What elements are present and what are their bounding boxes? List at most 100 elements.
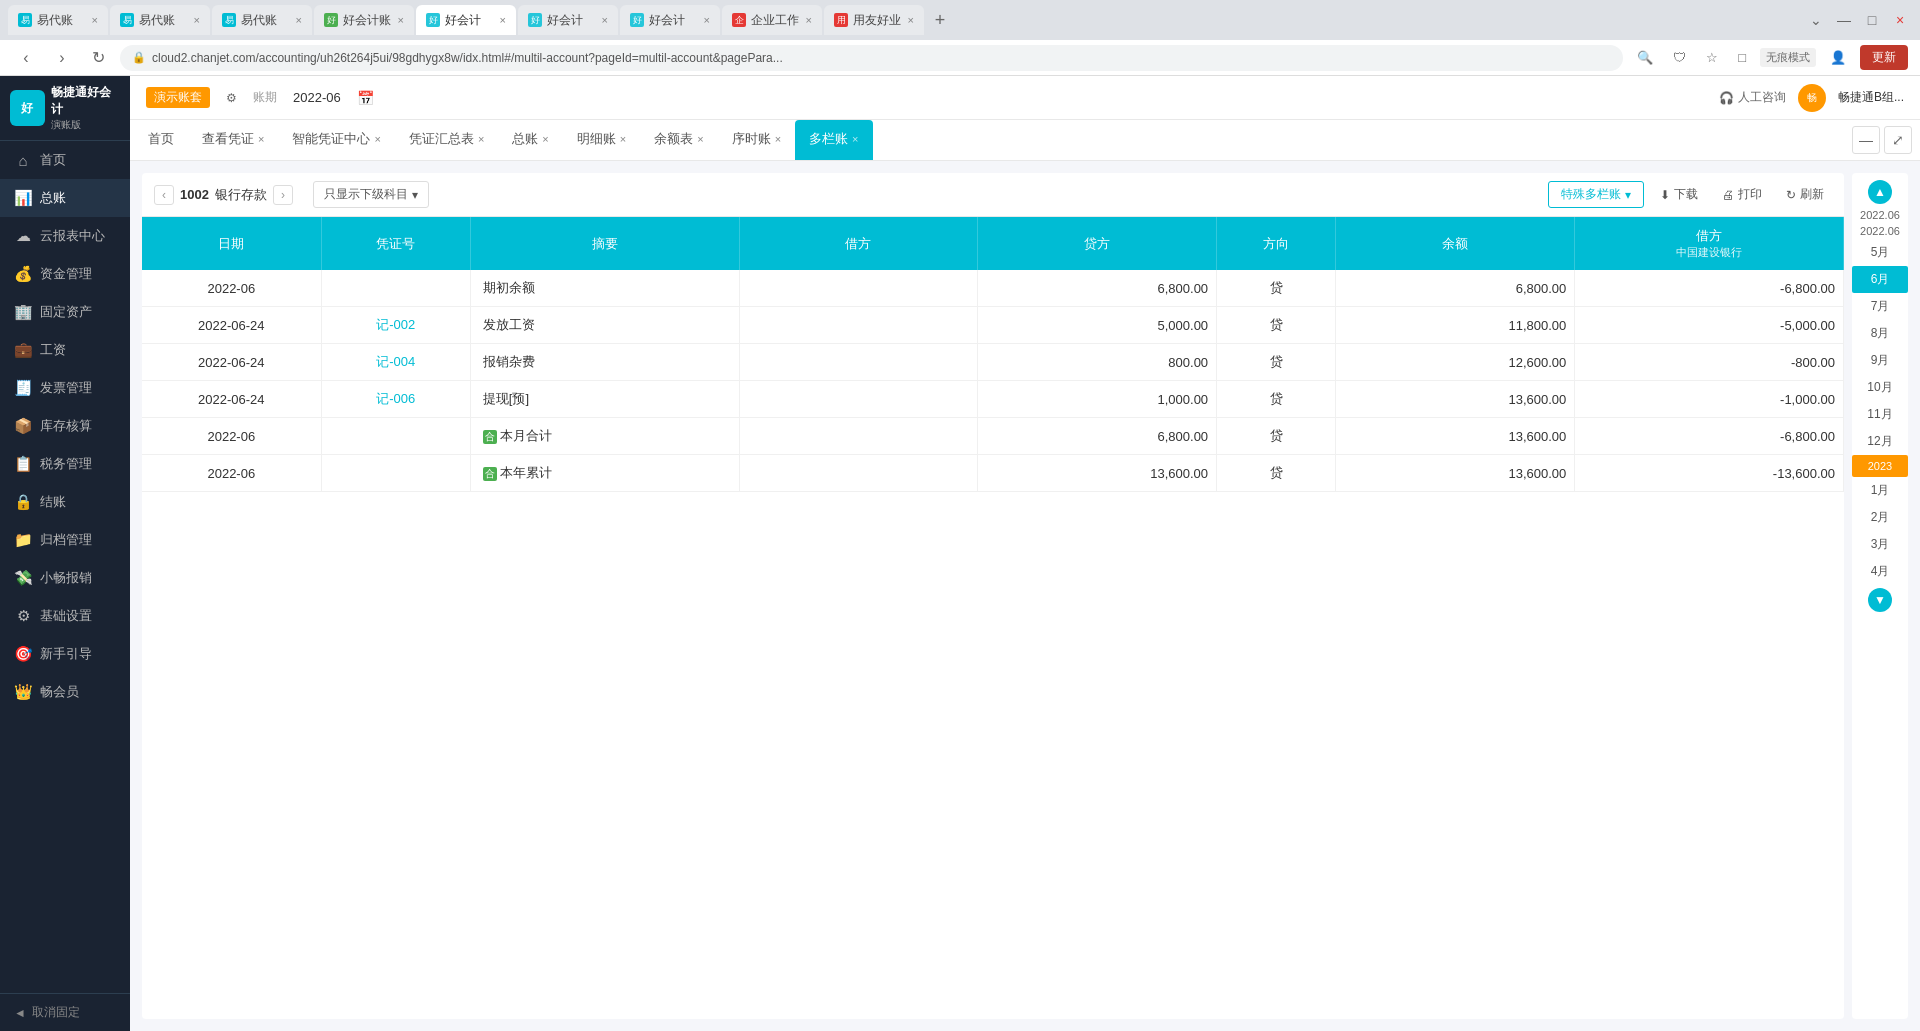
sidebar-item-inventory[interactable]: 📦 库存核算	[0, 407, 130, 445]
tab-smart-voucher-close[interactable]: ×	[374, 133, 380, 145]
browser-tab-9[interactable]: 用 用友好业 ×	[824, 5, 924, 35]
timeline-month-5[interactable]: 5月	[1852, 239, 1908, 266]
timeline-month-1[interactable]: 1月	[1852, 477, 1908, 504]
sidebar-item-report[interactable]: ☁ 云报表中心	[0, 217, 130, 255]
sidebar-item-home[interactable]: ⌂ 首页	[0, 141, 130, 179]
tab2-close[interactable]: ×	[194, 14, 200, 26]
tab-home[interactable]: 首页	[134, 120, 188, 160]
url-input[interactable]: 🔒 cloud2.chanjet.com/accounting/uh26t264…	[120, 45, 1623, 71]
tab-sequential[interactable]: 序时账 ×	[718, 120, 795, 160]
user-icon[interactable]: 👤	[1824, 48, 1852, 67]
tab-voucher-view-close[interactable]: ×	[258, 133, 264, 145]
tab-detail-ledger[interactable]: 明细账 ×	[563, 120, 640, 160]
voucher-link[interactable]: 记-006	[376, 391, 415, 406]
tab3-close[interactable]: ×	[296, 14, 302, 26]
account-next-button[interactable]: ›	[273, 185, 293, 205]
sidebar-item-ledger[interactable]: 📊 总账	[0, 179, 130, 217]
browser-tab-5[interactable]: 好 好会计 ×	[416, 5, 516, 35]
close-window-button[interactable]: ×	[1888, 8, 1912, 32]
col-balance: 余额	[1336, 217, 1575, 270]
tab-list-button[interactable]: ⌄	[1804, 8, 1828, 32]
print-button[interactable]: 🖨 打印	[1714, 182, 1770, 207]
print-icon: 🖨	[1722, 188, 1734, 202]
account-settings-icon[interactable]: ⚙	[226, 91, 237, 105]
sidebar-item-assets[interactable]: 🏢 固定资产	[0, 293, 130, 331]
browser-tab-2[interactable]: 易 易代账 ×	[110, 5, 210, 35]
sidebar-item-settings[interactable]: ⚙ 基础设置	[0, 597, 130, 635]
sidebar-item-guide[interactable]: 🎯 新手引导	[0, 635, 130, 673]
maximize-button[interactable]: □	[1860, 8, 1884, 32]
unfix-sidebar-button[interactable]: ◄ 取消固定	[0, 993, 130, 1031]
new-tab-button[interactable]: +	[926, 6, 954, 34]
timeline-month-2[interactable]: 2月	[1852, 504, 1908, 531]
tab-smart-voucher[interactable]: 智能凭证中心 ×	[278, 120, 394, 160]
tab5-close[interactable]: ×	[500, 14, 506, 26]
tab-voucher-view[interactable]: 查看凭证 ×	[188, 120, 278, 160]
tab7-close[interactable]: ×	[704, 14, 710, 26]
sidebar-browser-btn[interactable]: □	[1732, 48, 1752, 67]
tab-minimize-button[interactable]: —	[1852, 126, 1880, 154]
update-button[interactable]: 更新	[1860, 45, 1908, 70]
browser-tab-6[interactable]: 好 好会计 ×	[518, 5, 618, 35]
sidebar-item-expense[interactable]: 💸 小畅报销	[0, 559, 130, 597]
tab9-close[interactable]: ×	[908, 14, 914, 26]
tab-sequential-close[interactable]: ×	[775, 133, 781, 145]
tab-balance-sheet-close[interactable]: ×	[697, 133, 703, 145]
timeline-month-11[interactable]: 11月	[1852, 401, 1908, 428]
tab-general-ledger-close[interactable]: ×	[542, 133, 548, 145]
cell-balance: 11,800.00	[1336, 307, 1575, 344]
tab-voucher-summary-close[interactable]: ×	[478, 133, 484, 145]
sidebar-item-funds[interactable]: 💰 资金管理	[0, 255, 130, 293]
tab-general-ledger[interactable]: 总账 ×	[498, 120, 562, 160]
voucher-link[interactable]: 记-004	[376, 354, 415, 369]
tab-balance-sheet[interactable]: 余额表 ×	[640, 120, 717, 160]
bookmark-icon[interactable]: ☆	[1700, 48, 1724, 67]
sidebar-item-close[interactable]: 🔒 结账	[0, 483, 130, 521]
filter-dropdown[interactable]: 只显示下级科目 ▾	[313, 181, 429, 208]
timeline-month-7[interactable]: 7月	[1852, 293, 1908, 320]
tab1-close[interactable]: ×	[92, 14, 98, 26]
timeline-month-3[interactable]: 3月	[1852, 531, 1908, 558]
period-label: 账期	[253, 89, 277, 106]
timeline-month-4[interactable]: 4月	[1852, 558, 1908, 585]
timeline-month-12[interactable]: 12月	[1852, 428, 1908, 455]
tab-multi-ledger[interactable]: 多栏账 ×	[795, 120, 872, 160]
sidebar-item-archive[interactable]: 📁 归档管理	[0, 521, 130, 559]
consult-button[interactable]: 🎧 人工咨询	[1719, 89, 1786, 106]
tab-multi-ledger-close[interactable]: ×	[852, 133, 858, 145]
timeline-month-9[interactable]: 9月	[1852, 347, 1908, 374]
tab8-close[interactable]: ×	[806, 14, 812, 26]
voucher-link[interactable]: 记-002	[376, 317, 415, 332]
forward-button[interactable]: ›	[48, 44, 76, 72]
browser-tab-4[interactable]: 好 好会计账 ×	[314, 5, 414, 35]
timeline-month-10[interactable]: 10月	[1852, 374, 1908, 401]
refresh-button[interactable]: ↻	[84, 44, 112, 72]
browser-tab-3[interactable]: 易 易代账 ×	[212, 5, 312, 35]
special-multi-ledger-button[interactable]: 特殊多栏账 ▾	[1548, 181, 1644, 208]
browser-tab-7[interactable]: 好 好会计 ×	[620, 5, 720, 35]
sidebar-item-member[interactable]: 👑 畅会员	[0, 673, 130, 711]
sidebar-item-invoice[interactable]: 🧾 发票管理	[0, 369, 130, 407]
tab2-label: 易代账	[139, 12, 175, 29]
tab4-close[interactable]: ×	[398, 14, 404, 26]
timeline-up-button[interactable]: ▲	[1868, 180, 1892, 204]
calendar-icon[interactable]: 📅	[357, 90, 374, 106]
account-prev-button[interactable]: ‹	[154, 185, 174, 205]
tab-detail-ledger-close[interactable]: ×	[620, 133, 626, 145]
sidebar-item-tax[interactable]: 📋 税务管理	[0, 445, 130, 483]
minimize-button[interactable]: —	[1832, 8, 1856, 32]
tab6-close[interactable]: ×	[602, 14, 608, 26]
timeline-month-8[interactable]: 8月	[1852, 320, 1908, 347]
back-button[interactable]: ‹	[12, 44, 40, 72]
tab-voucher-summary[interactable]: 凭证汇总表 ×	[395, 120, 498, 160]
refresh-ledger-button[interactable]: ↻ 刷新	[1778, 182, 1832, 207]
timeline-month-6[interactable]: 6月	[1852, 266, 1908, 293]
download-button[interactable]: ⬇ 下载	[1652, 182, 1706, 207]
sidebar-item-salary[interactable]: 💼 工资	[0, 331, 130, 369]
tab-expand-button[interactable]: ⤢	[1884, 126, 1912, 154]
browser-tab-1[interactable]: 易 易代账 ×	[8, 5, 108, 35]
search-icon[interactable]: 🔍	[1631, 48, 1659, 67]
browser-tab-8[interactable]: 企 企业工作 ×	[722, 5, 822, 35]
timeline-down-button[interactable]: ▼	[1868, 588, 1892, 612]
shield-icon[interactable]: 🛡	[1667, 48, 1692, 67]
